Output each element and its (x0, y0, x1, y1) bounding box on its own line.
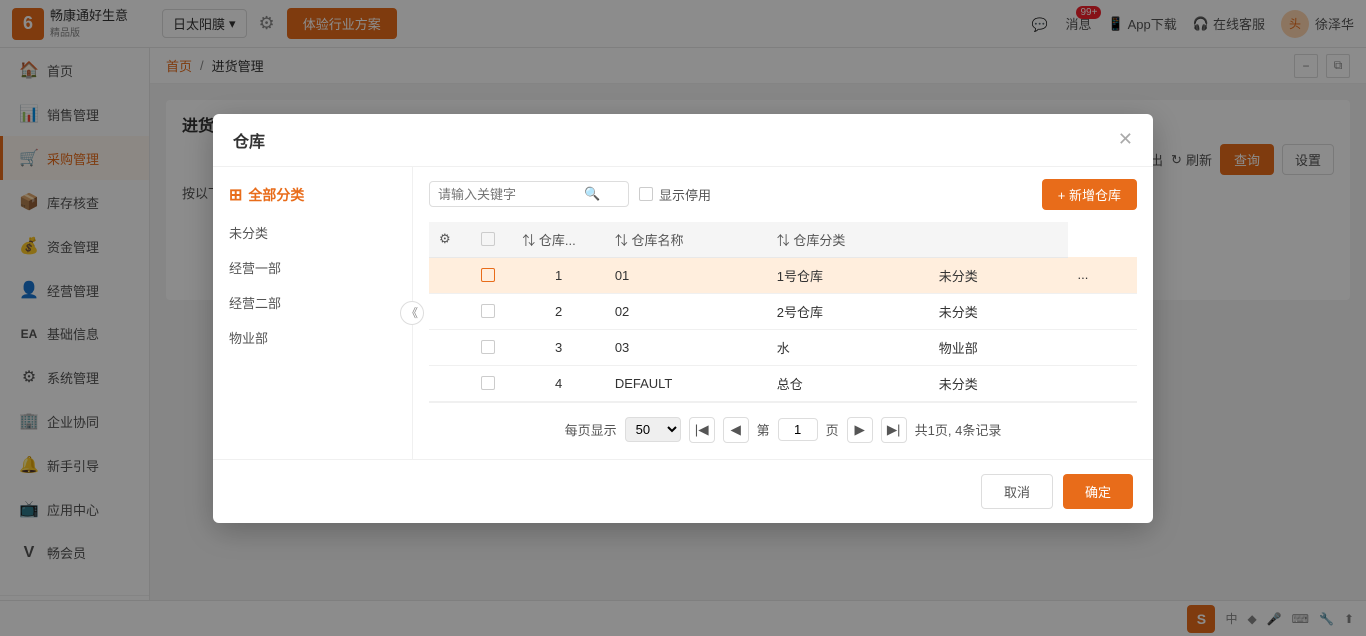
category-panel: ⊞ 全部分类 未分类 经营一部 经营二部 物业部 《 (213, 167, 413, 459)
th-checkbox (471, 222, 513, 258)
cat-item-unclassified[interactable]: 未分类 (213, 215, 412, 250)
table-panel: 🔍 显示停用 + 新增仓库 ⚙ (413, 167, 1153, 459)
row-actions (1068, 365, 1137, 401)
page-suffix: 页 (826, 420, 839, 439)
warehouse-dialog: 仓库 ✕ ⊞ 全部分类 未分类 经营一部 经营二部 (213, 114, 1153, 523)
th-settings: ⚙ (429, 222, 471, 258)
row-num: 4 (512, 365, 605, 401)
gear-icon: ⚙ (439, 231, 451, 246)
table-row[interactable]: 3 03 水 物业部 (429, 329, 1137, 365)
table-row[interactable]: 2 02 2号仓库 未分类 (429, 293, 1137, 329)
th-actions (929, 222, 1068, 258)
cat-item-operations1[interactable]: 经营一部 (213, 250, 412, 285)
search-input-wrap: 🔍 (429, 181, 629, 207)
cat-all-label[interactable]: ⊞ 全部分类 (213, 179, 412, 215)
sort-icon: ⇅ (615, 233, 628, 248)
table-wrapper: ⚙ ⇅ 仓库... ⇅ (429, 222, 1137, 402)
pagination: 每页显示 50 100 200 |◀ ◀ 第 页 ▶ ▶| 共1页, 4条记录 (429, 402, 1137, 447)
show-disabled-checkbox[interactable] (639, 187, 653, 201)
dialog-title: 仓库 (233, 128, 265, 152)
next-page-button[interactable]: ▶ (847, 417, 873, 443)
grid-icon: ⊞ (229, 185, 242, 205)
row-actions (1068, 329, 1137, 365)
search-icon: 🔍 (584, 186, 600, 202)
cat-item-operations2[interactable]: 经营二部 (213, 285, 412, 320)
table-row[interactable]: 4 DEFAULT 总仓 未分类 (429, 365, 1137, 401)
warehouse-table: ⚙ ⇅ 仓库... ⇅ (429, 222, 1137, 402)
cat-item-property[interactable]: 物业部 (213, 320, 412, 355)
row-category: 未分类 (929, 365, 1068, 401)
first-page-button[interactable]: |◀ (689, 417, 715, 443)
row-name: 总仓 (767, 365, 929, 401)
sort-icon: ⇅ (777, 233, 790, 248)
dialog-overlay: 仓库 ✕ ⊞ 全部分类 未分类 经营一部 经营二部 (0, 0, 1366, 636)
th-name: ⇅ 仓库名称 (605, 222, 767, 258)
row-actions (1068, 293, 1137, 329)
select-all-checkbox[interactable] (481, 232, 495, 246)
page-label: 第 (757, 420, 770, 439)
row-category: 未分类 (929, 293, 1068, 329)
row-settings (429, 329, 471, 365)
confirm-button[interactable]: 确定 (1063, 474, 1133, 509)
row-category: 物业部 (929, 329, 1068, 365)
th-code: ⇅ 仓库... (512, 222, 605, 258)
row-num: 1 (512, 257, 605, 293)
page-input[interactable] (778, 418, 818, 441)
row-actions: ... (1068, 257, 1137, 293)
table-header-row: ⚙ ⇅ 仓库... ⇅ (429, 222, 1137, 258)
dialog-header: 仓库 ✕ (213, 114, 1153, 167)
row-name: 水 (767, 329, 929, 365)
row-checkbox[interactable] (481, 304, 495, 318)
row-num: 2 (512, 293, 605, 329)
row-settings (429, 365, 471, 401)
per-page-select[interactable]: 50 100 200 (625, 417, 681, 442)
show-disabled-label: 显示停用 (659, 185, 711, 204)
page-summary: 共1页, 4条记录 (915, 420, 1002, 439)
row-code: 01 (605, 257, 767, 293)
row-checkbox-cell (471, 293, 513, 329)
show-disabled-wrap: 显示停用 (639, 185, 711, 204)
row-name: 1号仓库 (767, 257, 929, 293)
add-warehouse-button[interactable]: + 新增仓库 (1042, 179, 1137, 210)
row-settings (429, 257, 471, 293)
row-num: 3 (512, 329, 605, 365)
row-checkbox[interactable] (481, 268, 495, 282)
sort-icon: ⇅ (522, 233, 535, 248)
dialog-body: ⊞ 全部分类 未分类 经营一部 经营二部 物业部 《 (213, 167, 1153, 459)
row-name: 2号仓库 (767, 293, 929, 329)
dialog-close-button[interactable]: ✕ (1118, 129, 1133, 150)
prev-page-button[interactable]: ◀ (723, 417, 749, 443)
row-code: 03 (605, 329, 767, 365)
per-page-label: 每页显示 (565, 420, 617, 439)
cancel-button[interactable]: 取消 (981, 474, 1053, 509)
row-code: 02 (605, 293, 767, 329)
table-toolbar: 🔍 显示停用 + 新增仓库 (429, 179, 1137, 210)
row-code: DEFAULT (605, 365, 767, 401)
dialog-footer: 取消 确定 (213, 459, 1153, 523)
row-checkbox-cell (471, 329, 513, 365)
table-row[interactable]: 1 01 1号仓库 未分类 ... (429, 257, 1137, 293)
row-checkbox-cell (471, 257, 513, 293)
row-checkbox-cell (471, 365, 513, 401)
cat-collapse-button[interactable]: 《 (400, 301, 424, 325)
row-checkbox[interactable] (481, 376, 495, 390)
search-input[interactable] (438, 187, 578, 202)
row-settings (429, 293, 471, 329)
th-category: ⇅ 仓库分类 (767, 222, 929, 258)
last-page-button[interactable]: ▶| (881, 417, 907, 443)
row-category: 未分类 (929, 257, 1068, 293)
row-checkbox[interactable] (481, 340, 495, 354)
